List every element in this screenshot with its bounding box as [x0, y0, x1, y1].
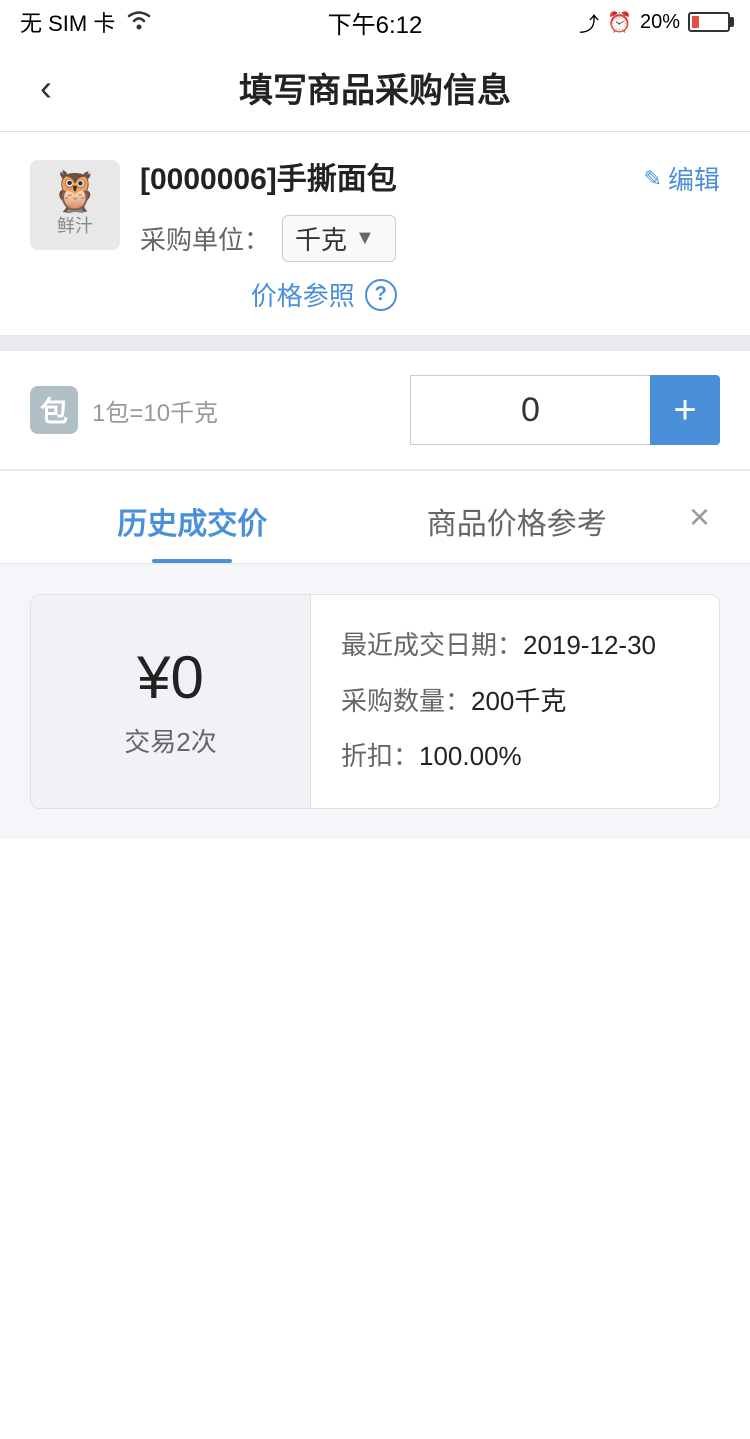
status-bar: 无 SIM 卡 下午6:12 ⤴ ⏰ 20% — [0, 0, 750, 44]
product-info: [0000006]手撕面包 采购单位： 千克 ▼ 价格参照 ? — [140, 160, 397, 313]
product-thumb-label: 鲜汁 — [57, 212, 93, 238]
purchase-qty-value: 200千克 — [471, 686, 566, 716]
price-ref-help-icon[interactable]: ? — [365, 279, 397, 311]
qty-left: 包 1包=10千克 — [30, 386, 218, 434]
battery-icon — [688, 12, 730, 32]
discount-value: 100.00% — [419, 741, 522, 771]
unit-value: 千克 — [295, 220, 347, 257]
tab-header: 历史成交价 商品价格参考 × — [0, 471, 750, 564]
product-card: 🦉 鲜汁 [0000006]手撕面包 采购单位： 千克 ▼ 价格参照 — [0, 132, 750, 335]
status-bar-right: ⤴ ⏰ 20% — [579, 8, 730, 37]
qty-unit-badge: 包 — [30, 386, 78, 434]
tab-close-button[interactable]: × — [679, 489, 720, 545]
history-content: ¥0 交易2次 最近成交日期：2019-12-30 采购数量：200千克 折扣：… — [0, 564, 750, 839]
battery-fill — [692, 16, 699, 28]
alarm-icon: ⏰ — [607, 10, 632, 35]
page-title: 填写商品采购信息 — [239, 63, 511, 112]
wifi-icon — [125, 8, 153, 36]
price-trade-count: 交易2次 — [124, 722, 216, 759]
edit-button-container: ✎ 编辑 — [644, 160, 720, 197]
price-card-left: ¥0 交易2次 — [31, 595, 311, 808]
product-header: 🦉 鲜汁 [0000006]手撕面包 采购单位： 千克 ▼ 价格参照 — [30, 160, 720, 313]
price-detail-qty: 采购数量：200千克 — [341, 681, 689, 723]
unit-dropdown-arrow: ▼ — [355, 227, 375, 250]
recent-date-value: 2019-12-30 — [523, 630, 656, 660]
status-bar-time: 下午6:12 — [328, 5, 423, 40]
recent-date-label: 最近成交日期： — [341, 630, 523, 660]
product-left: 🦉 鲜汁 [0000006]手撕面包 采购单位： 千克 ▼ 价格参照 — [30, 160, 397, 313]
quantity-row: 包 1包=10千克 + — [0, 351, 750, 470]
edit-icon: ✎ — [644, 166, 662, 192]
product-thumbnail: 🦉 鲜汁 — [30, 160, 120, 250]
battery-pct: 20% — [640, 11, 680, 34]
qty-right: + — [410, 375, 720, 445]
unit-select[interactable]: 千克 ▼ — [282, 215, 396, 262]
tab-underline — [152, 559, 232, 563]
tab-history-price[interactable]: 历史成交价 — [30, 471, 354, 563]
price-detail-discount: 折扣：100.00% — [341, 736, 689, 778]
price-amount: ¥0 — [137, 643, 204, 712]
tab-product-price-ref-label: 商品价格参考 — [427, 508, 607, 541]
tab-section: 历史成交价 商品价格参考 × ¥0 交易2次 最近成交日期：2019-12-30… — [0, 470, 750, 839]
edit-label: 编辑 — [668, 160, 720, 197]
status-bar-left: 无 SIM 卡 — [20, 6, 153, 38]
purchase-qty-label: 采购数量： — [341, 686, 471, 716]
price-card: ¥0 交易2次 最近成交日期：2019-12-30 采购数量：200千克 折扣：… — [30, 594, 720, 809]
nav-bar: ‹ 填写商品采购信息 — [0, 44, 750, 132]
tab-product-price-ref[interactable]: 商品价格参考 — [354, 471, 678, 563]
price-card-right: 最近成交日期：2019-12-30 采购数量：200千克 折扣：100.00% — [311, 595, 719, 808]
product-unit-row: 采购单位： 千克 ▼ — [140, 215, 397, 262]
bottom-area — [0, 839, 750, 1439]
discount-label: 折扣： — [341, 741, 419, 771]
quantity-input[interactable] — [410, 375, 650, 445]
qty-plus-button[interactable]: + — [650, 375, 720, 445]
divider-strip — [0, 335, 750, 351]
back-button[interactable]: ‹ — [30, 57, 62, 119]
price-ref-row: 价格参照 ? — [140, 276, 397, 313]
product-name: [0000006]手撕面包 — [140, 160, 397, 199]
edit-button[interactable]: ✎ 编辑 — [644, 160, 720, 197]
qty-unit-desc: 1包=10千克 — [92, 393, 218, 428]
unit-label: 采购单位： — [140, 220, 270, 257]
network-label: 无 SIM 卡 — [20, 6, 115, 38]
product-owl-icon: 🦉 — [50, 172, 100, 212]
tab-history-price-label: 历史成交价 — [117, 508, 267, 541]
product-thumb-inner: 🦉 鲜汁 — [45, 175, 105, 235]
price-detail-date: 最近成交日期：2019-12-30 — [341, 625, 689, 667]
location-icon: ⤴ — [579, 8, 599, 37]
price-ref-link[interactable]: 价格参照 — [251, 276, 355, 313]
